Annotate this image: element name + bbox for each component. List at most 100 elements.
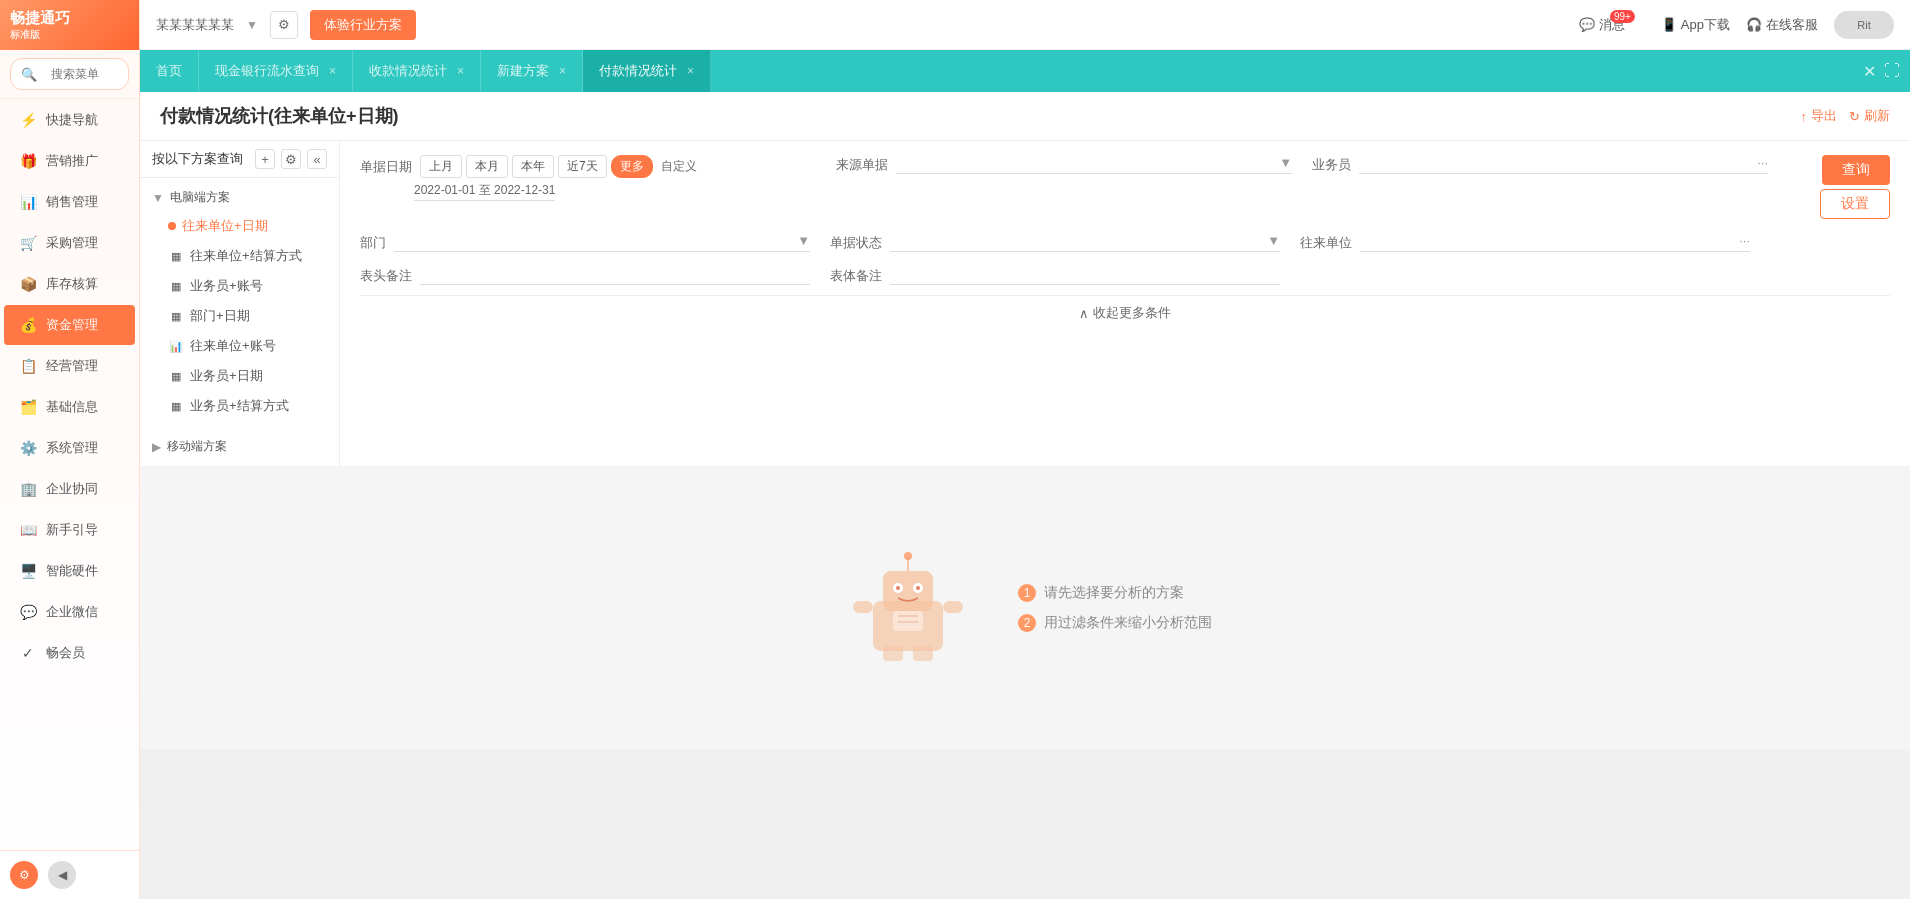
tip2-num: 2 bbox=[1018, 614, 1036, 632]
scheme-icon: ▦ bbox=[168, 308, 184, 324]
counterparty-input[interactable] bbox=[1360, 233, 1739, 248]
dept-dropdown-icon[interactable]: ▼ bbox=[797, 233, 810, 248]
sidebar-item-finance[interactable]: 💰 资金管理 bbox=[4, 305, 135, 345]
scheme-item-counterparty-account[interactable]: 📊 往来单位+账号 bbox=[140, 331, 339, 361]
svg-rect-13 bbox=[883, 646, 903, 661]
date-filter-label: 单据日期 bbox=[360, 158, 412, 176]
date-btn-more[interactable]: 更多 bbox=[611, 155, 653, 178]
settings-btn[interactable]: 设置 bbox=[1820, 189, 1890, 219]
source-dropdown-icon[interactable]: ▼ bbox=[1279, 155, 1292, 170]
settings-gear-button[interactable]: ⚙ bbox=[270, 11, 298, 39]
company-dropdown-icon[interactable]: ▼ bbox=[246, 18, 258, 32]
pc-scheme-group-title[interactable]: ▼ 电脑端方案 bbox=[140, 184, 339, 211]
sidebar-item-quick-nav[interactable]: ⚡ 快捷导航 bbox=[4, 100, 135, 140]
sidebar-item-operation[interactable]: 📋 经营管理 bbox=[4, 346, 135, 386]
salesperson-input[interactable] bbox=[1359, 155, 1757, 170]
tab-receivable[interactable]: 收款情况统计 × bbox=[353, 50, 481, 92]
doc-status-input[interactable] bbox=[890, 233, 1267, 248]
sidebar-item-inventory[interactable]: 📦 库存核算 bbox=[4, 264, 135, 304]
date-btn-this-year[interactable]: 本年 bbox=[512, 155, 554, 178]
sidebar-item-vip[interactable]: ✓ 畅会员 bbox=[4, 633, 135, 673]
sidebar-item-label: 营销推广 bbox=[46, 152, 98, 170]
page-content: 付款情况统计(往来单位+日期) ↑ 导出 ↻ 刷新 按以下方案查询 bbox=[140, 92, 1910, 899]
topbar-right: 💬 消息 99+ 📱 App下载 🎧 在线客服 Rit bbox=[1579, 11, 1894, 39]
sidebar-item-label: 销售管理 bbox=[46, 193, 98, 211]
tab-payment-stat[interactable]: 付款情况统计 × bbox=[583, 50, 711, 92]
sidebar-nav: ⚡ 快捷导航 🎁 营销推广 📊 销售管理 🛒 采购管理 📦 库存核算 💰 资金管… bbox=[0, 99, 139, 850]
sidebar-item-wechat[interactable]: 💬 企业微信 bbox=[4, 592, 135, 632]
tab-payment-stat-close[interactable]: × bbox=[687, 64, 694, 78]
robot-illustration-svg bbox=[838, 546, 978, 666]
search-input[interactable] bbox=[41, 63, 118, 85]
collapse-panel-btn[interactable]: « bbox=[307, 149, 327, 169]
export-label: 导出 bbox=[1811, 107, 1837, 125]
scheme-item-counterparty-date[interactable]: 往来单位+日期 bbox=[140, 211, 339, 241]
operation-icon: 📋 bbox=[18, 356, 38, 376]
scheme-item-salesperson-date[interactable]: ▦ 业务员+日期 bbox=[140, 361, 339, 391]
avatar[interactable]: Rit bbox=[1834, 11, 1894, 39]
online-service-btn[interactable]: 🎧 在线客服 bbox=[1746, 16, 1818, 34]
scheme-item-counterparty-settle[interactable]: ▦ 往来单位+结算方式 bbox=[140, 241, 339, 271]
sidebar-item-purchase[interactable]: 🛒 采购管理 bbox=[4, 223, 135, 263]
sidebar-item-guide[interactable]: 📖 新手引导 bbox=[4, 510, 135, 550]
sidebar-item-enterprise[interactable]: 🏢 企业协同 bbox=[4, 469, 135, 509]
date-range-text: 2022-01-01 至 2022-12-31 bbox=[414, 183, 555, 201]
refresh-btn[interactable]: ↻ 刷新 bbox=[1849, 107, 1890, 125]
date-btn-last-month[interactable]: 上月 bbox=[420, 155, 462, 178]
message-icon: 💬 bbox=[1579, 17, 1595, 32]
query-btn[interactable]: 查询 bbox=[1822, 155, 1890, 185]
mobile-scheme-group-title[interactable]: ▶ 移动端方案 bbox=[140, 433, 339, 460]
tab-receivable-close[interactable]: × bbox=[457, 64, 464, 78]
sidebar-item-basic[interactable]: 🗂️ 基础信息 bbox=[4, 387, 135, 427]
scheme-settings-btn[interactable]: ⚙ bbox=[281, 149, 301, 169]
export-btn[interactable]: ↑ 导出 bbox=[1801, 107, 1838, 125]
tab-receivable-label: 收款情况统计 bbox=[369, 62, 447, 80]
sidebar-item-system[interactable]: ⚙️ 系统管理 bbox=[4, 428, 135, 468]
sidebar-item-label: 资金管理 bbox=[46, 316, 98, 334]
source-input[interactable] bbox=[896, 155, 1279, 170]
trial-btn[interactable]: 体验行业方案 bbox=[310, 10, 416, 40]
collapse-sidebar-icon[interactable]: ◀ bbox=[48, 861, 76, 889]
date-btn-this-month[interactable]: 本月 bbox=[466, 155, 508, 178]
tab-new-scheme-close[interactable]: × bbox=[559, 64, 566, 78]
scheme-icon: 📊 bbox=[168, 338, 184, 354]
header-note-input[interactable] bbox=[420, 266, 810, 281]
hardware-icon: 🖥️ bbox=[18, 561, 38, 581]
tab-new-scheme[interactable]: 新建方案 × bbox=[481, 50, 583, 92]
tab-bank-flow[interactable]: 现金银行流水查询 × bbox=[199, 50, 353, 92]
salesperson-filter-col: 业务员 ··· bbox=[1312, 155, 1768, 174]
sidebar-item-label: 畅会员 bbox=[46, 644, 85, 662]
counterparty-ellipsis: ··· bbox=[1739, 233, 1750, 248]
sidebar-item-sales[interactable]: 📊 销售管理 bbox=[4, 182, 135, 222]
date-filter-col: 单据日期 上月 本月 本年 近7天 更多 自定义 2022-01-0 bbox=[360, 155, 816, 199]
dept-input[interactable] bbox=[394, 233, 797, 248]
date-btn-7days[interactable]: 近7天 bbox=[558, 155, 607, 178]
collapse-chevron-icon: ∧ bbox=[1079, 306, 1089, 321]
sidebar-item-hardware[interactable]: 🖥️ 智能硬件 bbox=[4, 551, 135, 591]
tab-home[interactable]: 首页 bbox=[140, 50, 199, 92]
sidebar-logo: 畅捷通巧 标准版 bbox=[0, 0, 139, 50]
collapse-more-conditions-btn[interactable]: ∧ 收起更多条件 bbox=[360, 296, 1890, 330]
message-btn[interactable]: 💬 消息 99+ bbox=[1579, 16, 1625, 34]
right-filter-area: 单据日期 上月 本月 本年 近7天 更多 自定义 2022-01-0 bbox=[340, 141, 1910, 466]
source-label: 来源单据 bbox=[836, 156, 888, 174]
app-download-btn[interactable]: 📱 App下载 bbox=[1661, 16, 1730, 34]
filter-right-actions: 查询 设置 bbox=[1804, 155, 1890, 219]
left-panel-title: 按以下方案查询 bbox=[152, 150, 243, 168]
sidebar-item-marketing[interactable]: 🎁 营销推广 bbox=[4, 141, 135, 181]
settings-bottom-icon[interactable]: ⚙ bbox=[10, 861, 38, 889]
nav-fullscreen-icon[interactable]: ⛶ bbox=[1884, 62, 1900, 80]
scheme-item-dept-date[interactable]: ▦ 部门+日期 bbox=[140, 301, 339, 331]
body-note-input[interactable] bbox=[890, 266, 1280, 281]
scheme-item-label: 业务员+日期 bbox=[190, 367, 263, 385]
scheme-item-salesperson-settle[interactable]: ▦ 业务员+结算方式 bbox=[140, 391, 339, 421]
sidebar-item-label: 库存核算 bbox=[46, 275, 98, 293]
topbar: 某某某某某某 ▼ ⚙ 体验行业方案 💬 消息 99+ 📱 App下载 🎧 在线客… bbox=[140, 0, 1910, 50]
add-scheme-btn[interactable]: + bbox=[255, 149, 275, 169]
scheme-item-salesperson-account[interactable]: ▦ 业务员+账号 bbox=[140, 271, 339, 301]
svg-point-5 bbox=[916, 586, 920, 590]
body-note-label: 表体备注 bbox=[830, 267, 882, 285]
doc-status-dropdown-icon[interactable]: ▼ bbox=[1267, 233, 1280, 248]
tab-bank-flow-close[interactable]: × bbox=[329, 64, 336, 78]
nav-close-all-icon[interactable]: ✕ bbox=[1863, 62, 1876, 81]
